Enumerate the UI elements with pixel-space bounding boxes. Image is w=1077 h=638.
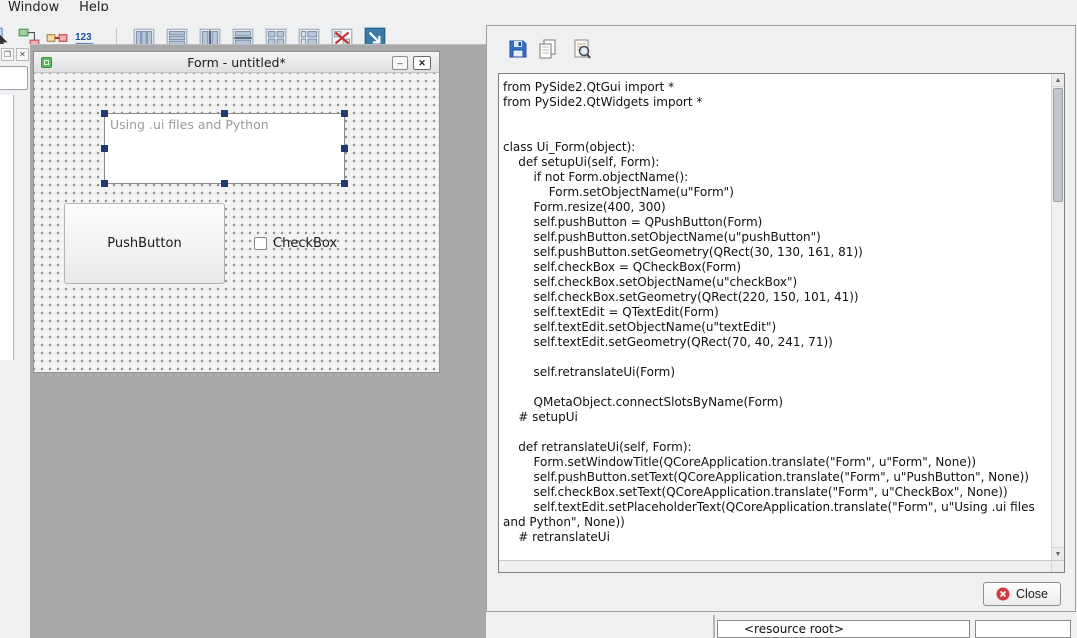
resize-handle-se[interactable] — [341, 180, 348, 187]
menu-help[interactable]: Help — [71, 0, 117, 11]
dialog-close-button[interactable]: Close — [983, 582, 1061, 606]
dock-close-icon[interactable]: ✕ — [16, 48, 29, 61]
code-line: self.textEdit.setGeometry(QRect(70, 40, … — [503, 335, 1047, 350]
scroll-down-icon[interactable]: ▼ — [1052, 547, 1064, 560]
code-line: # retranslateUi — [503, 530, 1047, 545]
code-line: self.checkBox.setObjectName(u"checkBox") — [503, 275, 1047, 290]
code-line: def retranslateUi(self, Form): — [503, 440, 1047, 455]
code-line — [503, 425, 1047, 440]
close-circle-icon — [996, 587, 1010, 601]
checkbox-indicator[interactable] — [254, 237, 267, 250]
find-preview-icon[interactable] — [569, 36, 595, 62]
resize-handle-e[interactable] — [341, 145, 348, 152]
textedit-widget[interactable]: Using .ui files and Python — [104, 113, 345, 184]
resize-handle-nw[interactable] — [101, 110, 108, 117]
menubar: Window Help — [0, 0, 1077, 11]
form-window-titlebar[interactable]: Form - untitled* – ✕ — [34, 52, 439, 73]
code-preview-dialog: from PySide2.QtGui import *from PySide2.… — [486, 25, 1076, 612]
resource-root-item[interactable]: <resource root> — [744, 622, 844, 637]
code-line: self.pushButton.setText(QCoreApplication… — [503, 470, 1047, 485]
code-view[interactable]: from PySide2.QtGui import *from PySide2.… — [498, 73, 1065, 573]
code-line: from PySide2.QtGui import * — [503, 80, 1047, 95]
resource-browser[interactable]: <resource root> — [717, 620, 970, 638]
widgetbox-list[interactable] — [0, 95, 14, 360]
close-button[interactable]: ✕ — [413, 56, 431, 70]
code-line: QMetaObject.connectSlotsByName(Form) — [503, 395, 1047, 410]
code-line: self.checkBox.setText(QCoreApplication.t… — [503, 485, 1047, 500]
code-line: class Ui_Form(object): — [503, 140, 1047, 155]
mdi-area: Form - untitled* – ✕ Using .ui files and… — [30, 44, 486, 638]
code-line: self.pushButton.setGeometry(QRect(30, 13… — [503, 245, 1047, 260]
code-line: if not Form.objectName(): — [503, 170, 1047, 185]
close-button-label: Close — [1016, 587, 1048, 601]
textedit-placeholder: Using .ui files and Python — [110, 117, 269, 132]
vertical-scrollbar[interactable]: ▲ ▼ — [1051, 74, 1064, 560]
resize-handle-w[interactable] — [101, 145, 108, 152]
code-line: self.checkBox.setGeometry(QRect(220, 150… — [503, 290, 1047, 305]
code-line: # setupUi — [503, 410, 1047, 425]
code-line: and Python", None)) — [503, 515, 1047, 530]
code-line: self.pushButton.setObjectName(u"pushButt… — [503, 230, 1047, 245]
tab-order-label: 123 — [75, 32, 92, 43]
dock-float-icon[interactable]: ❐ — [1, 48, 14, 61]
form-window-title: Form - untitled* — [34, 55, 439, 70]
code-line: self.checkBox = QCheckBox(Form) — [503, 260, 1047, 275]
code-line: self.textEdit.setPlaceholderText(QCoreAp… — [503, 500, 1047, 515]
form-designer-window[interactable]: Form - untitled* – ✕ Using .ui files and… — [33, 51, 440, 373]
left-dock-strip: ❐ ✕ — [0, 44, 30, 638]
menu-window[interactable]: Window — [0, 0, 67, 11]
code-line: Form.setObjectName(u"Form") — [503, 185, 1047, 200]
code-line: def setupUi(self, Form): — [503, 155, 1047, 170]
code-line: self.textEdit = QTextEdit(Form) — [503, 305, 1047, 320]
copy-icon[interactable] — [535, 36, 561, 62]
dock-splitter[interactable] — [713, 615, 715, 638]
checkbox-widget[interactable]: CheckBox — [254, 223, 355, 264]
resize-handle-n[interactable] — [221, 110, 228, 117]
code-line — [503, 110, 1047, 125]
code-line: self.pushButton = QPushButton(Form) — [503, 215, 1047, 230]
code-line: Form.resize(400, 300) — [503, 200, 1047, 215]
code-line — [503, 350, 1047, 365]
code-line — [503, 125, 1047, 140]
code-line: self.textEdit.setObjectName(u"textEdit") — [503, 320, 1047, 335]
resize-handle-s[interactable] — [221, 180, 228, 187]
code-line: Form.setWindowTitle(QCoreApplication.tra… — [503, 455, 1047, 470]
save-icon[interactable] — [505, 36, 531, 62]
widgetbox-filter-input[interactable] — [0, 66, 28, 90]
scrollbar-thumb[interactable] — [1053, 88, 1063, 202]
checkbox-label: CheckBox — [273, 236, 337, 251]
code-line: self.retranslateUi(Form) — [503, 365, 1047, 380]
horizontal-scrollbar[interactable] — [499, 560, 1051, 572]
code-line — [503, 380, 1047, 395]
resource-side-panel — [975, 620, 1071, 638]
resize-handle-ne[interactable] — [341, 110, 348, 117]
resize-handle-sw[interactable] — [101, 180, 108, 187]
code-content[interactable]: from PySide2.QtGui import *from PySide2.… — [499, 74, 1051, 560]
scrollbar-corner — [1051, 560, 1064, 572]
form-canvas[interactable]: Using .ui files and Python PushButton Ch… — [34, 73, 439, 372]
code-line: from PySide2.QtWidgets import * — [503, 95, 1047, 110]
scroll-up-icon[interactable]: ▲ — [1052, 74, 1064, 87]
minimize-button[interactable]: – — [392, 56, 408, 70]
pushbutton-widget[interactable]: PushButton — [64, 203, 225, 284]
